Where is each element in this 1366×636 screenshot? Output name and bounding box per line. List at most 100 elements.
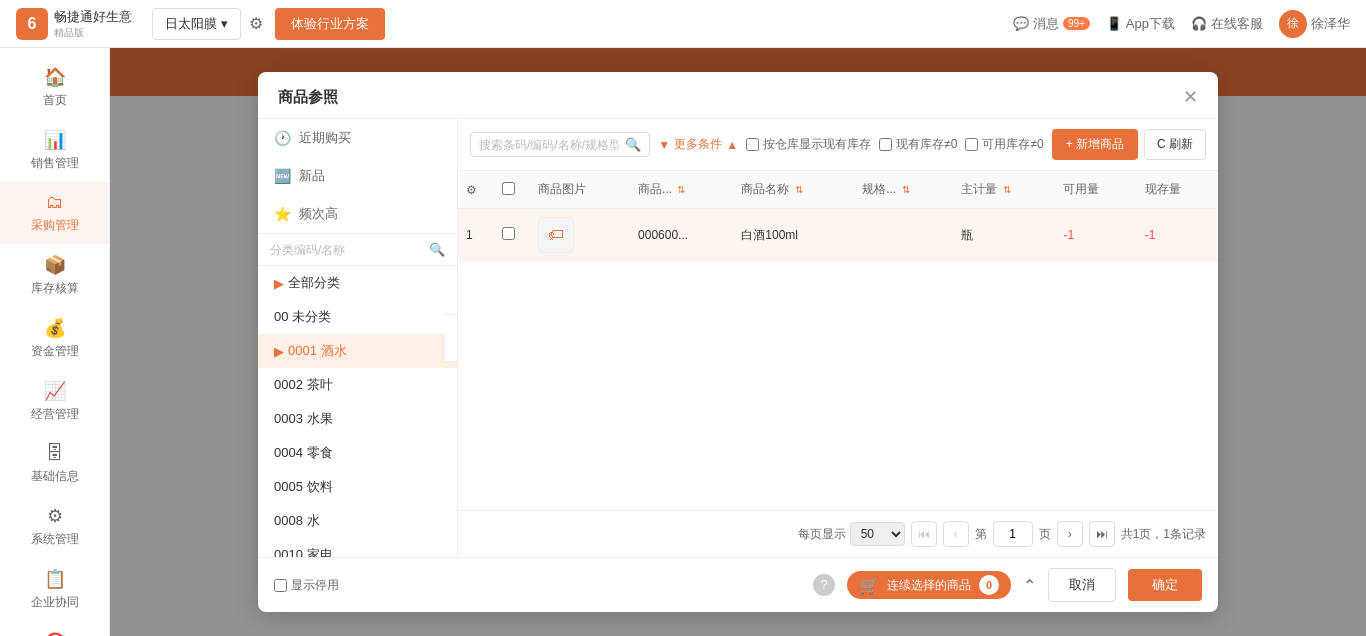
- sales-icon: 📊: [44, 129, 66, 151]
- th-image: 商品图片: [530, 171, 630, 209]
- sidebar-item-purchase[interactable]: 🗂 采购管理: [0, 182, 109, 244]
- logo-text: 畅捷通好生意 精品版: [54, 8, 132, 40]
- th-checkbox: [494, 171, 530, 209]
- sidebar-item-finance[interactable]: 💰 资金管理: [0, 307, 109, 370]
- tab-new-product[interactable]: 🆕 新品: [258, 157, 457, 195]
- modal-body: 🕐 近期购买 🆕 新品 ⭐ 频次高: [258, 119, 1218, 557]
- tab-high-freq[interactable]: ⭐ 频次高: [258, 195, 457, 233]
- th-spec: 规格... ⇅: [854, 171, 953, 209]
- table-row[interactable]: 1 🏷: [458, 209, 1218, 262]
- collapse-cart-button[interactable]: ⌃: [1023, 576, 1036, 595]
- pagination: 每页显示 50 10 20 100 ⏮ ‹ 第: [458, 510, 1218, 557]
- sidebar-item-sales[interactable]: 📊 销售管理: [0, 119, 109, 182]
- category-label: 0004 零食: [274, 444, 333, 462]
- sidebar-item-home[interactable]: 🏠 首页: [0, 56, 109, 119]
- logo-icon: 6: [16, 8, 48, 40]
- cart-area[interactable]: 🛒 连续选择的商品 0: [847, 571, 1011, 599]
- disabled-checkbox[interactable]: [274, 579, 287, 592]
- warehouse-checkbox[interactable]: [746, 138, 759, 151]
- category-label: 0008 水: [274, 512, 320, 530]
- sidebar-item-label: 库存核算: [31, 280, 79, 297]
- sidebar-item-basic-info[interactable]: 🗄 基础信息: [0, 433, 109, 495]
- sidebar-item-label: 首页: [43, 92, 67, 109]
- modal-title: 商品参照: [278, 88, 338, 107]
- user-area[interactable]: 徐 徐泽华: [1279, 10, 1350, 38]
- tab-label: 频次高: [299, 205, 338, 223]
- modal: 商品参照 ✕ 🕐 近期购买 🆕: [258, 72, 1218, 612]
- sidebar-item-label: 经营管理: [31, 406, 79, 423]
- product-search-input[interactable]: [479, 138, 619, 152]
- app-download-button[interactable]: 📱 App下载: [1106, 15, 1175, 33]
- cart-label: 连续选择的商品: [887, 577, 971, 594]
- category-appliance[interactable]: 0010 家电: [258, 538, 457, 557]
- cell-name: 白酒100ml: [733, 209, 854, 262]
- category-water[interactable]: 0008 水: [258, 504, 457, 538]
- search-icon: 🔍: [429, 242, 445, 257]
- category-search-input[interactable]: [270, 243, 423, 257]
- phone-icon: 📱: [1106, 16, 1122, 31]
- star-icon: ⭐: [274, 206, 291, 222]
- show-disabled-checkbox[interactable]: 显示停用: [274, 577, 339, 594]
- page-size-label: 每页显示: [798, 526, 846, 543]
- sidebar-item-label: 企业协同: [31, 594, 79, 611]
- category-all[interactable]: ▶ 全部分类: [258, 266, 457, 300]
- sidebar-item-inventory[interactable]: 📦 库存核算: [0, 244, 109, 307]
- category-unclassified[interactable]: 00 未分类: [258, 300, 457, 334]
- modal-footer: 显示停用 ? 🛒 连续选择的商品 0 ⌃ 取消 确定: [258, 557, 1218, 612]
- current-page-input[interactable]: [993, 521, 1033, 547]
- experience-button[interactable]: 体验行业方案: [275, 8, 385, 40]
- checkbox-available-stock[interactable]: 可用库存≠0: [965, 136, 1043, 153]
- cancel-button[interactable]: 取消: [1048, 568, 1116, 602]
- category-label: 00 未分类: [274, 308, 331, 326]
- available-stock-checkbox[interactable]: [965, 138, 978, 151]
- first-page-button[interactable]: ⏮: [911, 521, 937, 547]
- category-label: 0003 水果: [274, 410, 333, 428]
- category-snacks[interactable]: 0004 零食: [258, 436, 457, 470]
- message-icon: 💬: [1013, 16, 1029, 31]
- sidebar-item-guide[interactable]: 🎯 新手引导: [0, 621, 109, 636]
- product-search-box: 🔍: [470, 132, 650, 157]
- page-unit: 页: [1039, 526, 1051, 543]
- arrow-right-icon: ▶: [274, 344, 284, 359]
- row-checkbox[interactable]: [502, 227, 515, 240]
- confirm-button[interactable]: 确定: [1128, 569, 1202, 601]
- select-all-checkbox[interactable]: [502, 182, 515, 195]
- help-icon[interactable]: ?: [813, 574, 835, 596]
- filter-button[interactable]: ▼ 更多条件 ▲: [658, 136, 738, 153]
- collapse-left-button[interactable]: 《: [445, 314, 458, 362]
- add-product-button[interactable]: + 新增商品: [1052, 129, 1138, 160]
- next-page-button[interactable]: ›: [1057, 521, 1083, 547]
- table-settings-icon[interactable]: ⚙: [466, 183, 477, 197]
- checkbox-warehouse[interactable]: 按仓库显示现有库存: [746, 136, 871, 153]
- basic-info-icon: 🗄: [46, 443, 64, 464]
- gear-icon[interactable]: ⚙: [249, 14, 263, 33]
- sidebar-item-operations[interactable]: 📈 经营管理: [0, 370, 109, 433]
- nav-dropdown[interactable]: 日太阳膜 ▾: [152, 8, 241, 40]
- category-drinks[interactable]: 0005 饮料: [258, 470, 457, 504]
- checkbox-current-stock[interactable]: 现有库存≠0: [879, 136, 957, 153]
- message-badge: 99+: [1063, 17, 1090, 30]
- modal-header: 商品参照 ✕: [258, 72, 1218, 119]
- prev-page-button[interactable]: ‹: [943, 521, 969, 547]
- sort-icon: ⇅: [902, 184, 910, 195]
- new-icon: 🆕: [274, 168, 291, 184]
- online-service-button[interactable]: 🎧 在线客服: [1191, 15, 1263, 33]
- messages-button[interactable]: 💬 消息 99+: [1013, 15, 1090, 33]
- th-code: 商品... ⇅: [630, 171, 733, 209]
- current-stock-checkbox[interactable]: [879, 138, 892, 151]
- inventory-icon: 📦: [44, 254, 66, 276]
- product-table: ⚙ 商品图片: [458, 171, 1218, 262]
- refresh-button[interactable]: C 刷新: [1144, 129, 1206, 160]
- dropdown-label: 日太阳膜: [165, 15, 217, 33]
- last-page-button[interactable]: ⏭: [1089, 521, 1115, 547]
- category-liquor[interactable]: ▶ 0001 酒水: [258, 334, 457, 368]
- sidebar-item-label: 系统管理: [31, 531, 79, 548]
- sidebar-item-collab[interactable]: 📋 企业协同: [0, 558, 109, 621]
- tab-recent-purchase[interactable]: 🕐 近期购买: [258, 119, 457, 157]
- cell-spec: [854, 209, 953, 262]
- modal-close-button[interactable]: ✕: [1183, 86, 1198, 108]
- page-size-select[interactable]: 50 10 20 100: [850, 522, 905, 546]
- category-fruit[interactable]: 0003 水果: [258, 402, 457, 436]
- sidebar-item-system[interactable]: ⚙ 系统管理: [0, 495, 109, 558]
- category-tea[interactable]: 0002 茶叶: [258, 368, 457, 402]
